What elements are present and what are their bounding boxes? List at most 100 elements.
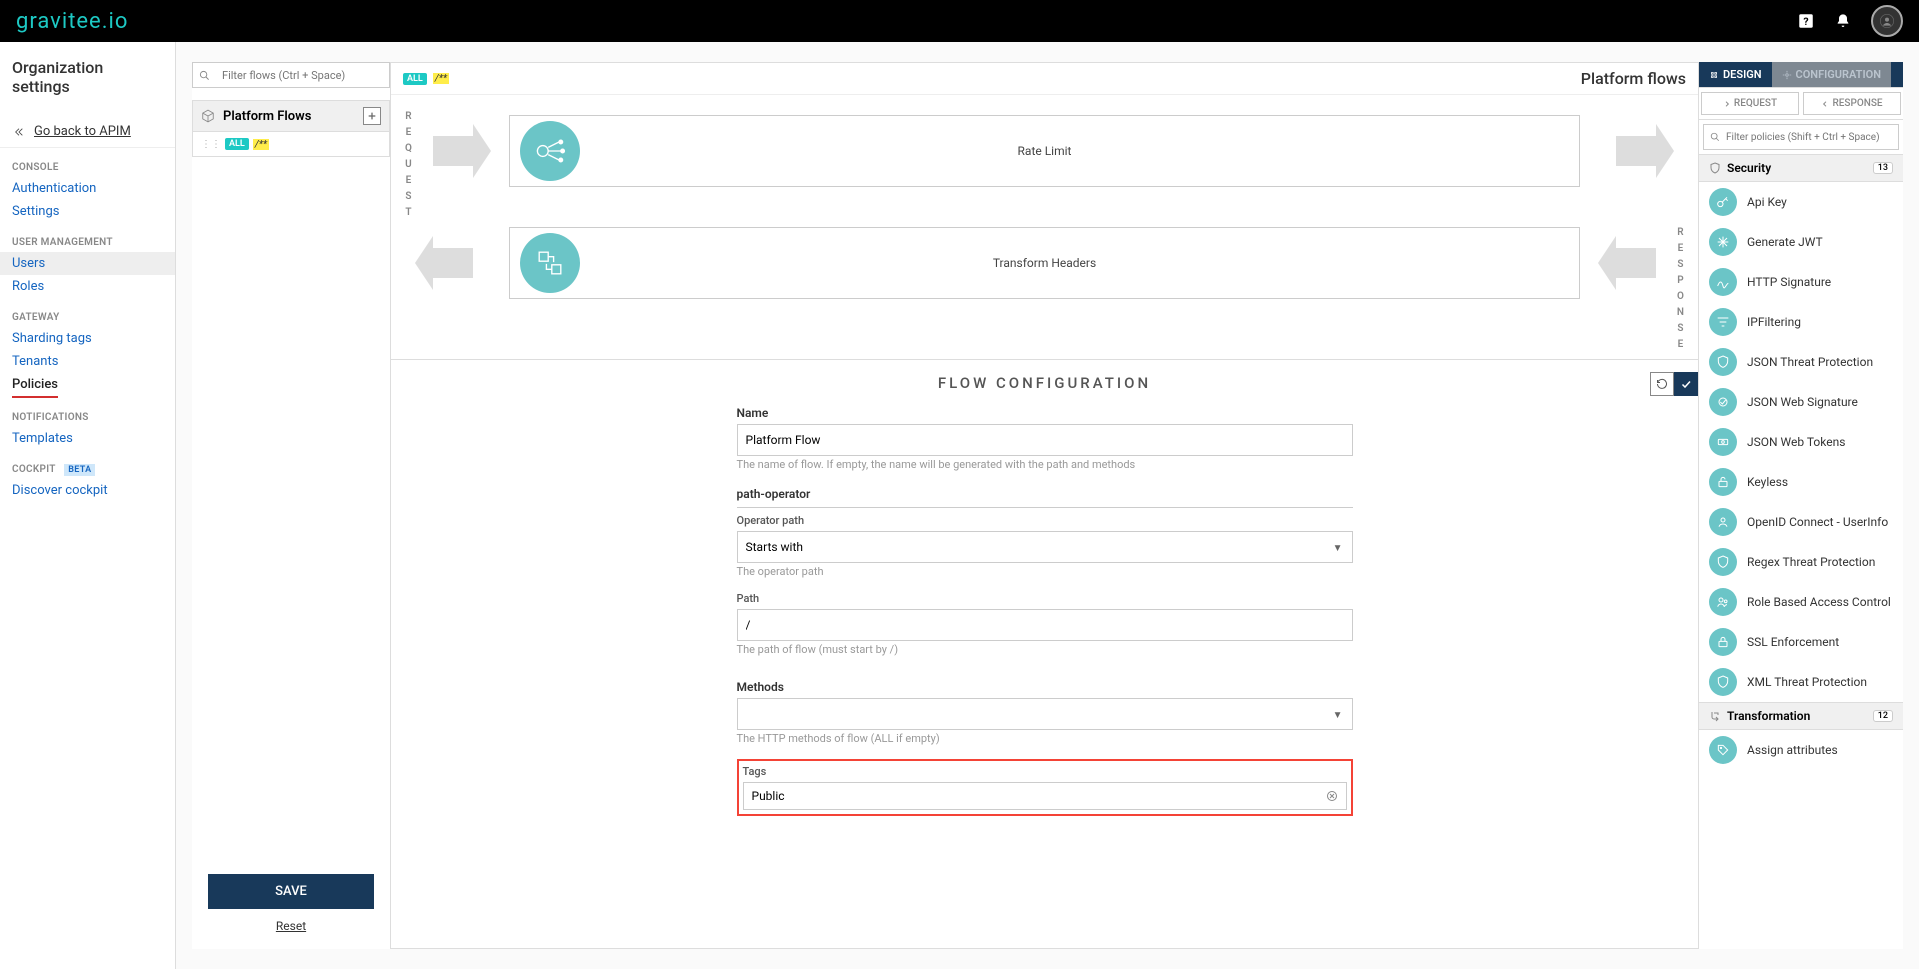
flow-item[interactable]: ⋮⋮ ALL /** — [192, 132, 390, 157]
sidebar-item-users[interactable]: Users — [0, 252, 175, 275]
all-badge: ALL — [225, 138, 249, 150]
config-section: FLOW CONFIGURATION — [391, 359, 1698, 948]
shield-icon — [1709, 668, 1737, 696]
drag-handle-icon[interactable]: ⋮⋮ — [201, 139, 221, 150]
content-area: Platform Flows ⋮⋮ ALL /** SAVE Reset ALL — [176, 42, 1919, 969]
help-icon[interactable]: ? — [1797, 12, 1815, 30]
top-header: gravitee.io ? — [0, 0, 1919, 42]
request-button[interactable]: REQUEST — [1701, 92, 1799, 115]
policy-item-ssl[interactable]: SSL Enforcement — [1699, 622, 1903, 662]
center-topbar: ALL /** Platform flows — [391, 63, 1698, 95]
tags-input[interactable]: Public — [743, 782, 1347, 810]
operator-label: Operator path — [737, 514, 1353, 527]
policy-group-security: Security 13 Api Key Generate JWT HTTP Si… — [1699, 154, 1903, 949]
topbar-all-badge: ALL — [403, 73, 427, 85]
policy-item-xml-threat[interactable]: XML Threat Protection — [1699, 662, 1903, 702]
methods-select[interactable] — [737, 698, 1353, 730]
reset-link[interactable]: Reset — [208, 919, 374, 933]
search-flows[interactable] — [192, 62, 390, 88]
sidebar-item-settings[interactable]: Settings — [0, 200, 175, 223]
left-sidebar: Organization settings Go back to APIM CO… — [0, 42, 176, 969]
search-icon — [1704, 132, 1726, 142]
policy-item-jws[interactable]: JSON Web Signature — [1699, 382, 1903, 422]
page-title: Platform flows — [1581, 69, 1686, 88]
sidebar-title: Organization settings — [0, 42, 175, 108]
center-panel: ALL /** Platform flows REQUEST RESPONSE — [390, 62, 1699, 949]
path-input[interactable] — [737, 609, 1353, 641]
avatar[interactable] — [1871, 5, 1903, 37]
tab-configuration[interactable]: CONFIGURATION — [1772, 62, 1891, 87]
signature-icon — [1709, 388, 1737, 416]
section-notifications: NOTIFICATIONS — [0, 398, 175, 427]
apply-config-button[interactable] — [1674, 372, 1698, 396]
sidebar-item-templates[interactable]: Templates — [0, 427, 175, 450]
count-badge: 13 — [1873, 162, 1893, 174]
policy-item-ipfilter[interactable]: IPFiltering — [1699, 302, 1903, 342]
name-hint: The name of flow. If empty, the name wil… — [737, 458, 1353, 471]
cube-icon — [201, 109, 215, 123]
shield-icon — [1709, 348, 1737, 376]
back-link[interactable]: Go back to APIM — [34, 124, 131, 139]
remove-tag-icon[interactable] — [1326, 790, 1338, 802]
name-input[interactable] — [737, 424, 1353, 456]
policy-item-jwt[interactable]: JSON Web Tokens — [1699, 422, 1903, 462]
policy-item-assign-attrs[interactable]: Assign attributes — [1699, 730, 1903, 770]
signature-icon — [1709, 268, 1737, 296]
brand-logo: gravitee.io — [16, 9, 128, 34]
path-hint: The path of flow (must start by /) — [737, 643, 1353, 656]
policy-item-rbac[interactable]: Role Based Access Control — [1699, 582, 1903, 622]
operator-select[interactable]: Starts with — [737, 531, 1353, 563]
shield-icon — [1709, 162, 1721, 174]
unlock-icon — [1709, 468, 1737, 496]
sidebar-item-roles[interactable]: Roles — [0, 275, 175, 298]
policy-item-json-threat[interactable]: JSON Threat Protection — [1699, 342, 1903, 382]
jwt-icon — [1709, 228, 1737, 256]
sidebar-item-tenants[interactable]: Tenants — [0, 350, 175, 373]
sidebar-item-sharding[interactable]: Sharding tags — [0, 327, 175, 350]
transform-headers-icon — [520, 233, 580, 293]
arrow-right-icon — [1616, 136, 1656, 166]
flows-panel: Platform Flows ⋮⋮ ALL /** SAVE Reset — [192, 62, 390, 949]
shield-icon — [1709, 548, 1737, 576]
tab-design[interactable]: DESIGN — [1699, 62, 1772, 87]
bell-icon[interactable] — [1835, 12, 1851, 30]
sidebar-item-authentication[interactable]: Authentication — [0, 177, 175, 200]
path-label: Path — [737, 592, 1353, 605]
name-label: Name — [737, 406, 1353, 420]
policy-name: Rate Limit — [1018, 144, 1072, 158]
methods-hint: The HTTP methods of flow (ALL if empty) — [737, 732, 1353, 745]
section-console: CONSOLE — [0, 148, 175, 177]
flows-title: Platform Flows — [223, 109, 311, 124]
sidebar-item-discover-cockpit[interactable]: Discover cockpit — [0, 479, 175, 502]
svg-text:?: ? — [1803, 15, 1808, 28]
policy-item-keyless[interactable]: Keyless — [1699, 462, 1903, 502]
policy-item-regex[interactable]: Regex Threat Protection — [1699, 542, 1903, 582]
add-flow-button[interactable] — [363, 107, 381, 125]
users-icon — [1709, 588, 1737, 616]
arrow-left-icon — [1616, 248, 1656, 278]
group-header-transformation[interactable]: Transformation 12 — [1699, 702, 1903, 730]
topbar-path: /** — [433, 73, 449, 84]
filter-icon — [1709, 308, 1737, 336]
policy-item-gen-jwt[interactable]: Generate JWT — [1699, 222, 1903, 262]
search-policies[interactable] — [1703, 124, 1899, 150]
policy-box[interactable]: Transform Headers — [509, 227, 1580, 299]
search-icon — [193, 70, 216, 81]
search-policies-input[interactable] — [1726, 132, 1898, 143]
policy-item-openid[interactable]: OpenID Connect - UserInfo — [1699, 502, 1903, 542]
config-title: FLOW CONFIGURATION — [391, 360, 1698, 406]
group-header-security[interactable]: Security 13 — [1699, 154, 1903, 182]
policy-box[interactable]: Rate Limit — [509, 115, 1580, 187]
config-form: Name The name of flow. If empty, the nam… — [725, 406, 1365, 816]
save-button[interactable]: SAVE — [208, 874, 374, 909]
search-flows-input[interactable] — [222, 69, 389, 82]
sidebar-item-policies[interactable]: Policies — [12, 373, 58, 398]
policy-item-http-sig[interactable]: HTTP Signature — [1699, 262, 1903, 302]
response-button[interactable]: RESPONSE — [1803, 92, 1901, 115]
policy-item-api-key[interactable]: Api Key — [1699, 182, 1903, 222]
id-icon — [1709, 508, 1737, 536]
methods-label: Methods — [737, 680, 1353, 694]
sidebar-back[interactable]: Go back to APIM — [0, 116, 175, 148]
reset-config-button[interactable] — [1650, 372, 1674, 396]
rate-limit-icon — [520, 121, 580, 181]
